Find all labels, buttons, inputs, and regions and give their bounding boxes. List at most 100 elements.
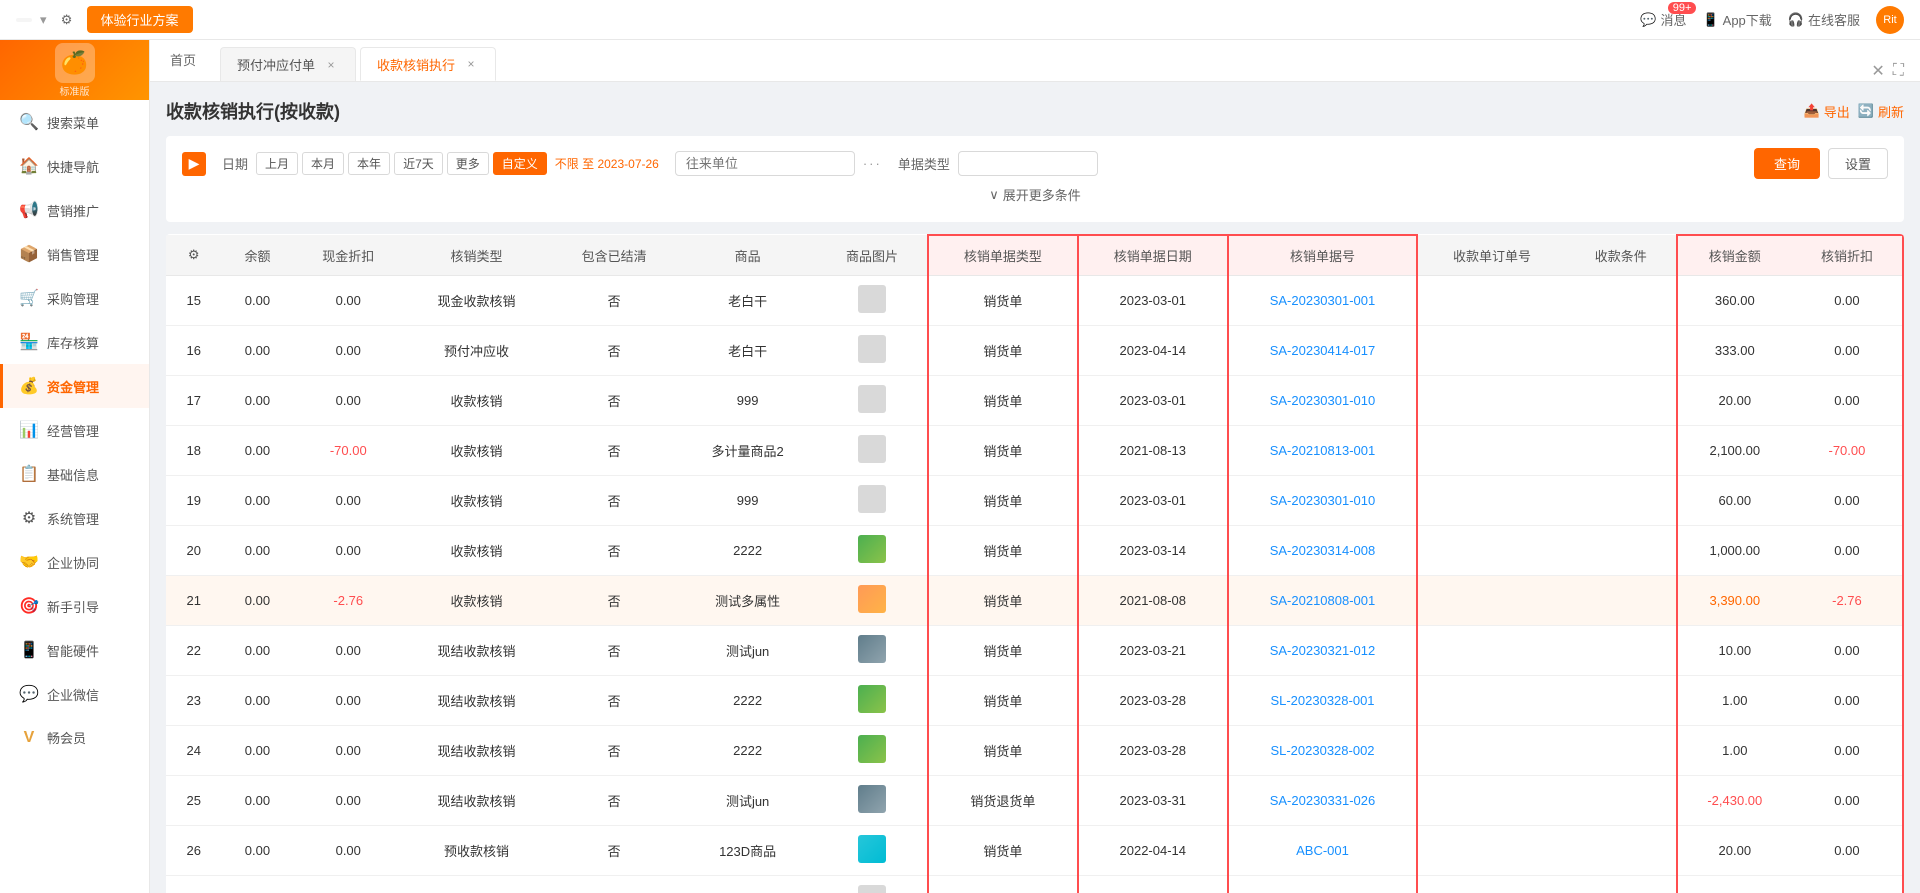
- cell-receipt-order-no: [1417, 676, 1565, 726]
- sidebar-item-sales[interactable]: 📦 销售管理: [0, 232, 149, 276]
- cell-product-image: [817, 626, 928, 676]
- tab-cancel[interactable]: 收款核销执行 ×: [360, 47, 496, 81]
- bill-no-link[interactable]: SA-20230331-026: [1270, 793, 1376, 808]
- bill-no-link[interactable]: SA-20230314-008: [1270, 543, 1376, 558]
- more-date-btn[interactable]: 更多: [447, 152, 489, 175]
- message-badge[interactable]: 💬 消息 99+: [1640, 10, 1686, 29]
- newbie-icon: 🎯: [19, 596, 39, 616]
- cell-cancel-discount: 0.00: [1792, 776, 1903, 826]
- table-row: 26 0.00 0.00 预收款核销 否 123D商品 销货单 2022-04-…: [166, 826, 1903, 876]
- cell-cancel-bill-date: 2023-03-14: [1078, 526, 1228, 576]
- sidebar-item-base[interactable]: 📋 基础信息: [0, 452, 149, 496]
- online-service[interactable]: 🎧 在线客服: [1788, 10, 1860, 29]
- cell-cancel-bill-no: SA-20210808-001: [1228, 576, 1418, 626]
- export-button[interactable]: 📤 导出: [1804, 102, 1850, 121]
- bill-no-link[interactable]: SA-20230321-012: [1270, 643, 1376, 658]
- bill-no-link[interactable]: SL-20230328-002: [1270, 743, 1374, 758]
- message-count: 99+: [1668, 2, 1697, 14]
- th-cancel-bill-type: 核销单据类型: [928, 235, 1078, 276]
- bill-no-link[interactable]: SA-20230301-010: [1270, 493, 1376, 508]
- table-row: 21 0.00 -2.76 收款核销 否 测试多属性 销货单 2021-08-0…: [166, 576, 1903, 626]
- custom-date-btn[interactable]: 自定义: [493, 152, 547, 175]
- tab-home[interactable]: 首页: [150, 40, 216, 81]
- sidebar-item-system[interactable]: ⚙ 系统管理: [0, 496, 149, 540]
- bill-no-link[interactable]: SA-20230301-001: [1270, 293, 1376, 308]
- cell-cancel-amount: 333.00: [1677, 326, 1792, 376]
- sidebar-item-search[interactable]: 🔍 搜索菜单: [0, 100, 149, 144]
- sidebar-item-inventory[interactable]: 🏪 库存核算: [0, 320, 149, 364]
- inventory-icon: 🏪: [19, 332, 39, 352]
- bill-no-link[interactable]: SA-20230414-017: [1270, 343, 1376, 358]
- cell-product: 2222: [678, 726, 817, 776]
- table-row: 19 0.00 0.00 收款核销 否 999 销货单 2023-03-01 S…: [166, 476, 1903, 526]
- cell-cancel-bill-no: ABC-001: [1228, 826, 1418, 876]
- bill-no-link[interactable]: SA-20210808-001: [1270, 593, 1376, 608]
- settings-gear-icon[interactable]: ⚙: [55, 8, 79, 32]
- tab-prepay-label: 预付冲应付单: [237, 55, 315, 74]
- app-download[interactable]: 📱 App下载: [1702, 10, 1771, 29]
- user-profile[interactable]: Rit: [1876, 6, 1904, 34]
- bill-no-link[interactable]: ABC-001: [1296, 843, 1349, 858]
- tab-prepay-close[interactable]: ×: [323, 57, 339, 73]
- sidebar-item-purchase[interactable]: 🛒 采购管理: [0, 276, 149, 320]
- cell-product-image: [817, 276, 928, 326]
- filter-order-type-item: 单据类型: [898, 151, 1098, 176]
- cell-cancel-discount: 0.00: [1792, 376, 1903, 426]
- sidebar-item-operations[interactable]: 📊 经营管理: [0, 408, 149, 452]
- cell-include-settled: 否: [550, 676, 678, 726]
- cell-cancel-discount: 0.00: [1792, 826, 1903, 876]
- sidebar-item-marketing[interactable]: 📢 营销推广: [0, 188, 149, 232]
- company-dropdown-icon[interactable]: ▾: [40, 12, 47, 28]
- setting-button[interactable]: 设置: [1828, 148, 1888, 179]
- sidebar-item-quick-nav[interactable]: 🏠 快捷导航: [0, 144, 149, 188]
- cell-cancel-type: 现结收款核销: [403, 876, 550, 893]
- refresh-button[interactable]: 🔄 刷新: [1858, 102, 1904, 121]
- cell-id: 26: [166, 826, 221, 876]
- cell-cancel-amount: 100.00: [1677, 876, 1792, 893]
- sidebar-item-enterprise[interactable]: 🤝 企业协同: [0, 540, 149, 584]
- solution-button[interactable]: 体验行业方案: [87, 6, 193, 33]
- cell-cancel-discount: 0.00: [1792, 326, 1903, 376]
- filter-expand-btn[interactable]: ▶: [182, 152, 206, 176]
- sidebar-item-member[interactable]: V 畅会员: [0, 716, 149, 759]
- sidebar-item-newbie[interactable]: 🎯 新手引导: [0, 584, 149, 628]
- close-window-icon[interactable]: ✕: [1871, 61, 1884, 81]
- th-settings[interactable]: ⚙: [166, 235, 221, 276]
- th-product-image: 商品图片: [817, 235, 928, 276]
- cell-cancel-amount: 20.00: [1677, 826, 1792, 876]
- this-year-btn[interactable]: 本年: [348, 152, 390, 175]
- sidebar-item-finance[interactable]: 💰 资金管理: [0, 364, 149, 408]
- fullscreen-icon[interactable]: ⛶: [1893, 62, 1904, 80]
- cell-receipt-condition: [1566, 676, 1677, 726]
- partner-input[interactable]: [675, 151, 855, 176]
- th-balance: 余额: [221, 235, 293, 276]
- 7days-btn[interactable]: 近7天: [394, 152, 443, 175]
- bill-no-link[interactable]: SA-20230301-010: [1270, 393, 1376, 408]
- cell-receipt-order-no: [1417, 526, 1565, 576]
- tab-cancel-close[interactable]: ×: [463, 56, 479, 72]
- cell-receipt-condition: [1566, 426, 1677, 476]
- sidebar-item-hardware[interactable]: 📱 智能硬件: [0, 628, 149, 672]
- company-name[interactable]: [16, 18, 32, 22]
- cell-receipt-order-no: [1417, 576, 1565, 626]
- bill-no-link[interactable]: SL-20230328-001: [1270, 693, 1374, 708]
- tab-prepay[interactable]: 预付冲应付单 ×: [220, 47, 356, 81]
- sidebar-label-base: 基础信息: [47, 465, 99, 484]
- bill-no-link[interactable]: SA-20210813-001: [1270, 443, 1376, 458]
- cell-receipt-order-no: [1417, 276, 1565, 326]
- cell-product-image: [817, 576, 928, 626]
- query-button[interactable]: 查询: [1754, 148, 1820, 179]
- sidebar-label-quick-nav: 快捷导航: [47, 157, 99, 176]
- marketing-icon: 📢: [19, 200, 39, 220]
- cell-cancel-type: 预收款核销: [403, 826, 550, 876]
- main-table: ⚙ 余额 现金折扣 核销类型 包含已结清 商品 商品图片 核销单据类型 核销单据…: [166, 234, 1904, 893]
- expand-more-btn[interactable]: ∨ 展开更多条件: [989, 185, 1081, 204]
- last-month-btn[interactable]: 上月: [256, 152, 298, 175]
- order-type-select[interactable]: [958, 151, 1098, 176]
- sidebar-label-wechat: 企业微信: [47, 685, 99, 704]
- cell-receipt-condition: [1566, 576, 1677, 626]
- sidebar-label-finance: 资金管理: [47, 377, 99, 396]
- this-month-btn[interactable]: 本月: [302, 152, 344, 175]
- sidebar-item-wechat[interactable]: 💬 企业微信: [0, 672, 149, 716]
- cell-receipt-order-no: [1417, 426, 1565, 476]
